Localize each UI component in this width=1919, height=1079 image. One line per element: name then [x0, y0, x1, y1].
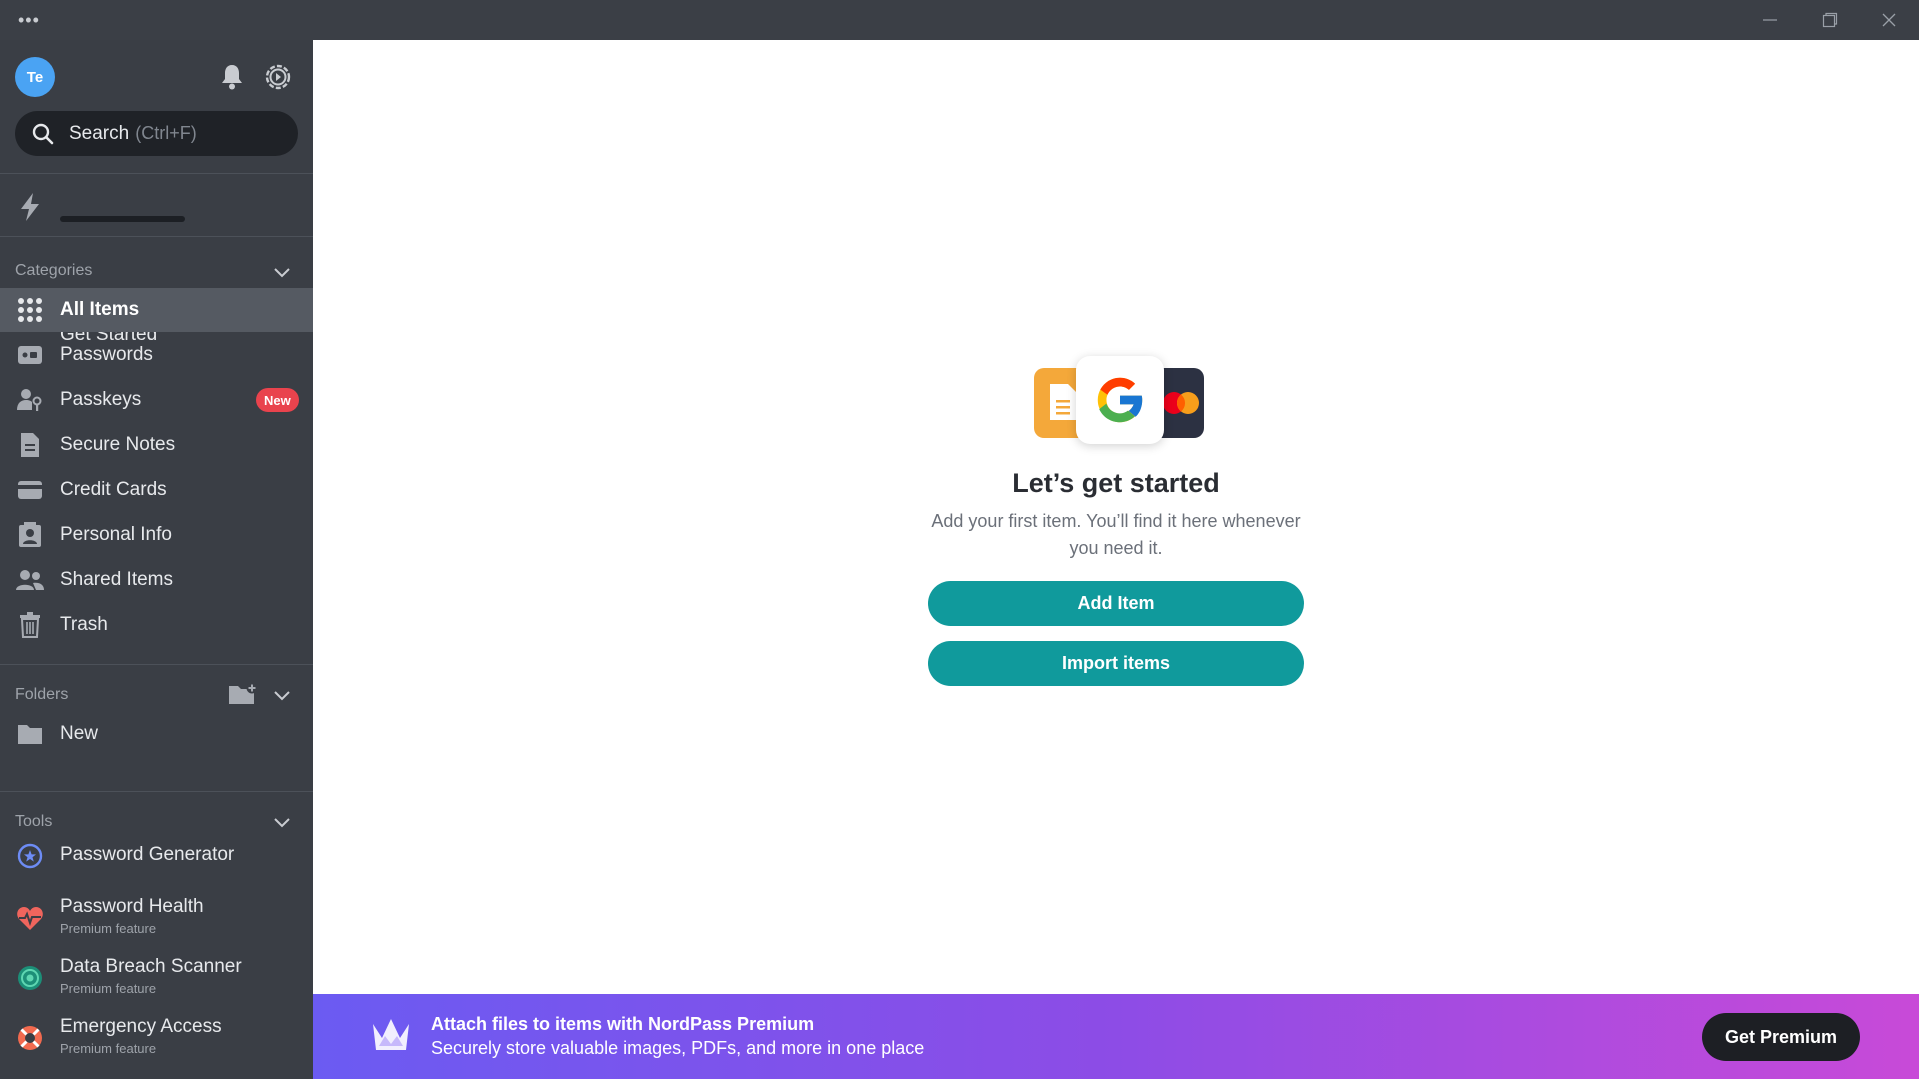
sidebar-item-label: Password Generator — [60, 844, 235, 865]
sidebar: Te Search (Ctrl+F) Get Started Categorie… — [0, 40, 313, 1079]
sidebar-item-all-items[interactable]: All Items — [0, 288, 313, 332]
import-items-button[interactable]: Import items — [928, 641, 1304, 686]
folder-icon — [16, 720, 44, 748]
close-icon[interactable] — [1859, 0, 1919, 40]
divider — [0, 791, 313, 792]
get-started-progress — [60, 216, 185, 222]
banner-subtitle: Securely store valuable images, PDFs, an… — [431, 1038, 925, 1058]
ellipsis-icon[interactable]: ••• — [18, 10, 40, 31]
sidebar-item-password-generator[interactable]: Password Generator — [0, 834, 313, 878]
sidebar-item-label: Data Breach Scanner — [60, 956, 242, 977]
premium-feature-label: Premium feature — [60, 921, 157, 936]
banner-title: Attach files to items with NordPass Prem… — [431, 1014, 815, 1034]
sidebar-item-credit-cards[interactable]: Credit Cards — [0, 468, 313, 512]
tools-title: Tools — [15, 813, 53, 830]
sidebar-item-label: All Items — [60, 299, 140, 320]
sidebar-item-label: Credit Cards — [60, 479, 167, 500]
contact-icon — [16, 521, 44, 549]
add-item-button[interactable]: Add Item — [928, 581, 1304, 626]
password-icon — [16, 341, 44, 369]
search-icon — [32, 123, 54, 144]
chevron-down-icon[interactable] — [270, 810, 294, 834]
sidebar-item-passwords[interactable]: Passwords — [0, 333, 313, 377]
sidebar-item-secure-notes[interactable]: Secure Notes — [0, 423, 313, 467]
sidebar-item-personal-info[interactable]: Personal Info — [0, 513, 313, 557]
divider — [0, 664, 313, 665]
divider — [0, 236, 313, 237]
sidebar-item-password-health[interactable]: Password Health Premium feature — [0, 890, 313, 946]
lifebuoy-icon — [18, 1026, 42, 1050]
sidebar-item-trash[interactable]: Trash — [0, 603, 313, 647]
page-title: Let’s get started — [1012, 468, 1220, 498]
get-premium-button[interactable]: Get Premium — [1702, 1013, 1860, 1061]
folders-title: Folders — [15, 686, 69, 703]
sidebar-item-passkeys[interactable]: Passkeys New — [0, 378, 313, 422]
sidebar-item-label: Emergency Access — [60, 1016, 222, 1037]
bell-icon[interactable] — [217, 62, 247, 92]
people-icon — [16, 566, 44, 594]
avatar[interactable]: Te — [15, 57, 55, 97]
search-label: Search — [69, 122, 130, 144]
sidebar-item-folder-new[interactable]: New — [0, 712, 313, 756]
sidebar-item-label: Personal Info — [60, 524, 172, 545]
divider — [0, 173, 313, 174]
new-badge: New — [256, 388, 299, 412]
heart-pulse-icon — [17, 907, 43, 930]
get-started-item[interactable]: Get Started — [0, 178, 313, 345]
sidebar-item-label: New — [60, 723, 99, 744]
restore-icon[interactable] — [1800, 0, 1860, 40]
page-subtitle: Add your first item. You’ll find it here… — [931, 511, 1301, 558]
trash-icon — [16, 611, 44, 639]
main-content: Let’s get started Add your first item. Y… — [313, 40, 1919, 994]
sidebar-item-label: Password Health — [60, 896, 204, 917]
sidebar-item-data-breach-scanner[interactable]: Data Breach Scanner Premium feature — [0, 950, 313, 1006]
sidebar-item-emergency-access[interactable]: Emergency Access Premium feature — [0, 1010, 313, 1066]
lightning-icon — [21, 193, 39, 221]
google-icon — [1076, 356, 1164, 444]
sidebar-item-label: Passwords — [60, 344, 153, 365]
grid-icon — [16, 296, 44, 324]
generator-icon — [17, 843, 43, 869]
sidebar-item-shared-items[interactable]: Shared Items — [0, 558, 313, 602]
title-bar: ••• — [0, 0, 1919, 40]
search-shortcut: (Ctrl+F) — [135, 123, 197, 143]
scanner-icon — [18, 966, 42, 990]
sidebar-item-label: Passkeys — [60, 389, 142, 410]
settings-icon[interactable] — [263, 62, 293, 92]
note-icon — [16, 431, 44, 459]
premium-banner: Attach files to items with NordPass Prem… — [313, 994, 1919, 1079]
categories-title: Categories — [15, 262, 93, 279]
premium-feature-label: Premium feature — [60, 1041, 157, 1056]
passkey-icon — [16, 386, 44, 414]
crown-icon — [373, 1019, 409, 1050]
premium-feature-label: Premium feature — [60, 981, 157, 996]
hero-illustration — [1020, 352, 1220, 444]
chevron-down-icon[interactable] — [270, 260, 294, 284]
sidebar-item-label: Shared Items — [60, 569, 173, 590]
search-input[interactable]: Search (Ctrl+F) — [15, 111, 298, 156]
minimize-icon[interactable] — [1740, 0, 1800, 40]
chevron-down-icon[interactable] — [270, 683, 294, 707]
add-folder-icon[interactable] — [228, 682, 258, 706]
sidebar-item-label: Trash — [60, 614, 108, 635]
sidebar-item-label: Secure Notes — [60, 434, 176, 455]
card-icon — [16, 476, 44, 504]
